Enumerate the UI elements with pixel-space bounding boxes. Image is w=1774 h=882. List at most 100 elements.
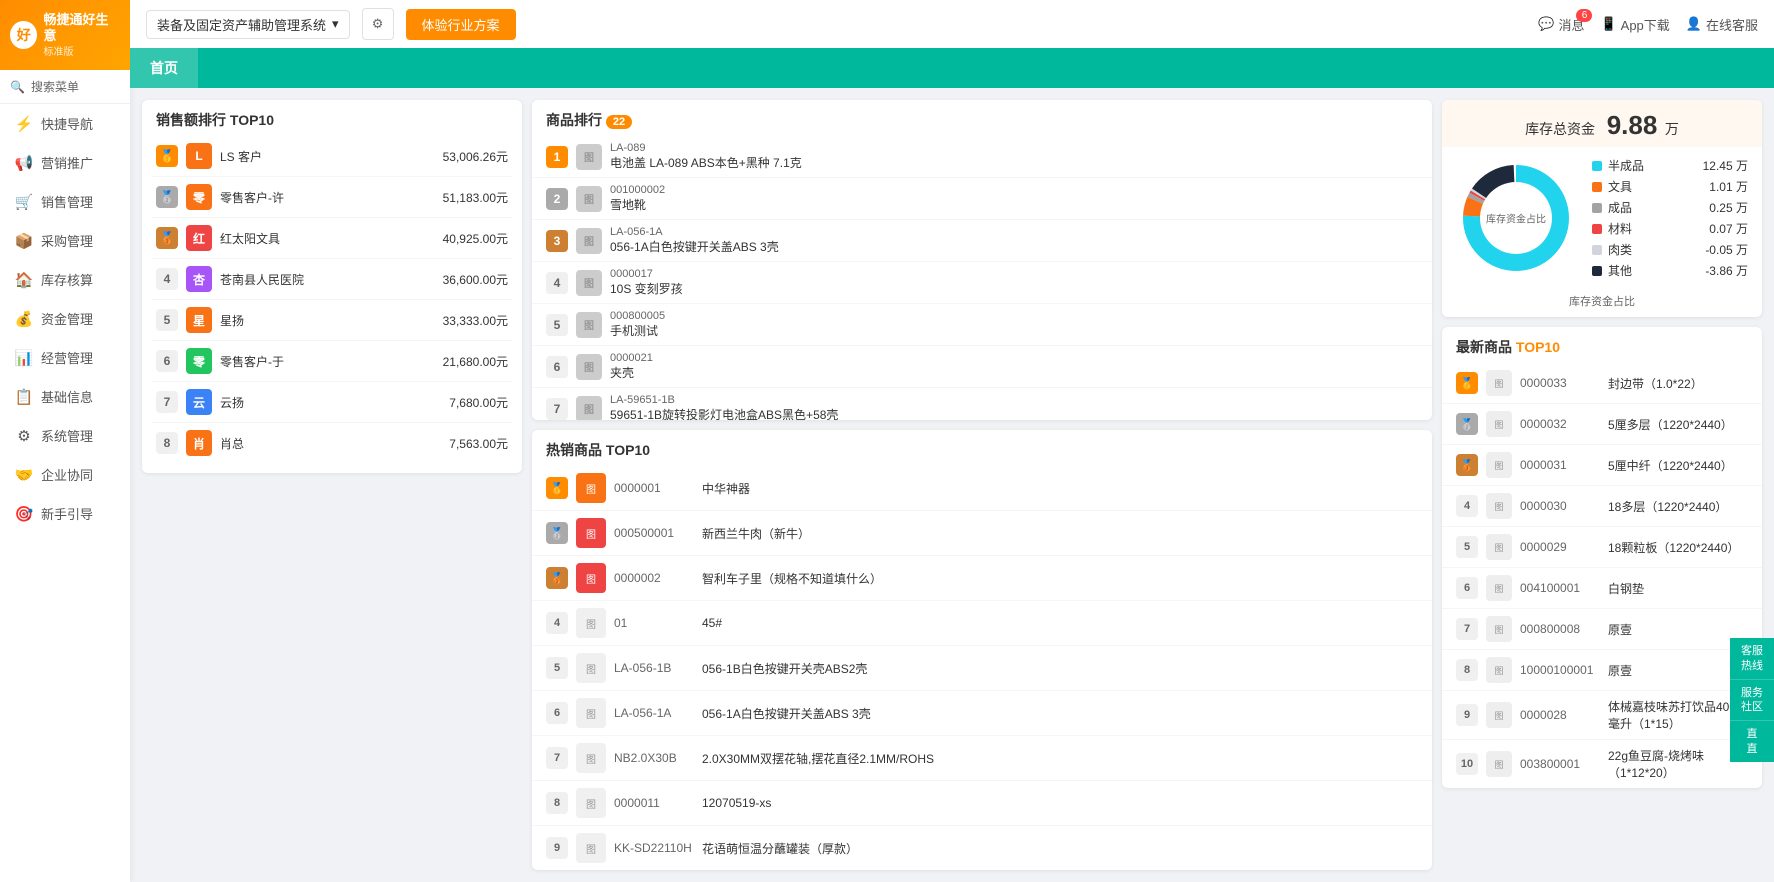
- legend-dot: [1592, 182, 1602, 192]
- hot-rank-number: 🥉: [546, 567, 568, 589]
- message-badge: 6: [1576, 9, 1592, 22]
- system-selector[interactable]: 装备及固定资产辅助管理系统 ▾: [146, 10, 350, 39]
- product-name: 夹壳: [610, 364, 1418, 381]
- new-product-item[interactable]: 9 图 0000028 体械嘉枝味苏打饮品400毫升（1*15）: [1442, 691, 1762, 740]
- product-rank-item[interactable]: 1 图 LA-089 电池盖 LA-089 ABS本色+黑种 7.1克: [532, 136, 1432, 178]
- new-product-rank: 4: [1456, 495, 1478, 517]
- hot-product-item[interactable]: 4 图 01 45#: [532, 601, 1432, 646]
- new-product-rank: 🥉: [1456, 454, 1478, 476]
- search-label: 搜索菜单: [31, 78, 79, 95]
- product-name: 电池盖 LA-089 ABS本色+黑种 7.1克: [610, 154, 1418, 171]
- sidebar-item-sales[interactable]: 🛒 销售管理: [0, 182, 130, 221]
- hot-product-item[interactable]: 7 图 NB2.0X30B 2.0X30MM双摆花轴,摆花直径2.1MM/ROH…: [532, 736, 1432, 781]
- new-product-thumb: 图: [1486, 575, 1512, 601]
- new-product-item[interactable]: 4 图 0000030 18多层（1220*2440）: [1442, 486, 1762, 527]
- product-rank-item[interactable]: 4 图 0000017 10S 变刻罗孩: [532, 262, 1432, 304]
- new-product-item[interactable]: 8 图 10000100001 原壹: [1442, 650, 1762, 691]
- rank-number: 🥈: [156, 186, 178, 208]
- new-products-highlight: TOP10: [1516, 339, 1560, 355]
- product-rank-header: 商品排行 22: [532, 100, 1432, 136]
- new-product-name: 5厘多层（1220*2440）: [1608, 416, 1733, 433]
- product-thumb: 图: [576, 396, 602, 421]
- sidebar-item-inventory[interactable]: 🏠 库存核算: [0, 260, 130, 299]
- sidebar-item-enterprise[interactable]: 🤝 企业协同: [0, 455, 130, 494]
- rank-item[interactable]: 8 肖 肖总 7,563.00元: [152, 423, 512, 463]
- rank-name: 红太阳文具: [220, 230, 435, 247]
- tab-home[interactable]: 首页: [130, 48, 198, 88]
- hot-product-item[interactable]: 8 图 0000011 12070519-xs: [532, 781, 1432, 826]
- rank-item[interactable]: 4 杏 苍南县人民医院 36,600.00元: [152, 259, 512, 300]
- product-rank-item[interactable]: 2 图 001000002 雪地靴: [532, 178, 1432, 220]
- legend-value: 12.45 万: [1703, 157, 1748, 174]
- hot-product-code: NB2.0X30B: [614, 751, 694, 765]
- marketing-icon: 📢: [15, 154, 33, 172]
- hot-product-name: 2.0X30MM双摆花轴,摆花直径2.1MM/ROHS: [702, 750, 934, 767]
- rank-item[interactable]: 🥈 零 零售客户-许 51,183.00元: [152, 177, 512, 218]
- product-name: 59651-1B旋转投影灯电池盒ABS黑色+58壳: [610, 406, 1418, 420]
- sidebar-item-operations[interactable]: 📊 经营管理: [0, 338, 130, 377]
- new-product-thumb: 图: [1486, 534, 1512, 560]
- new-product-name: 22g鱼豆腐-烧烤味（1*12*20）: [1608, 747, 1748, 781]
- product-rank-item[interactable]: 7 图 LA-59651-1B 59651-1B旋转投影灯电池盒ABS黑色+58…: [532, 388, 1432, 420]
- hot-rank-number: 8: [546, 792, 568, 814]
- sidebar-item-finance[interactable]: 💰 资金管理: [0, 299, 130, 338]
- sidebar-item-label: 资金管理: [41, 309, 93, 328]
- new-product-item[interactable]: 10 图 003800001 22g鱼豆腐-烧烤味（1*12*20）: [1442, 740, 1762, 788]
- trial-button[interactable]: 体验行业方案: [406, 9, 516, 40]
- rank-number: 7: [546, 398, 568, 420]
- new-product-name: 原壹: [1608, 662, 1632, 679]
- new-product-item[interactable]: 🥉 图 0000031 5厘中纤（1220*2440）: [1442, 445, 1762, 486]
- new-product-thumb: 图: [1486, 493, 1512, 519]
- product-rank-item[interactable]: 5 图 000800005 手机测试: [532, 304, 1432, 346]
- hot-product-item[interactable]: 🥇 图 0000001 中华神器: [532, 466, 1432, 511]
- new-product-item[interactable]: 🥇 图 0000033 封边带（1.0*22）: [1442, 363, 1762, 404]
- search-menu[interactable]: 🔍 搜索菜单: [0, 70, 130, 104]
- hot-product-code: LA-056-1B: [614, 661, 694, 675]
- hot-product-thumb: 图: [576, 698, 606, 728]
- app-download-label: App下载: [1621, 15, 1670, 34]
- hot-products-header: 热销商品 TOP10: [532, 430, 1432, 466]
- hot-product-item[interactable]: 9 图 KK-SD22110H 花语萌恒温分蘸罐装（厚款）: [532, 826, 1432, 870]
- rank-item[interactable]: 🥉 红 红太阳文具 40,925.00元: [152, 218, 512, 259]
- product-rank-card: 商品排行 22 1 图 LA-089 电池盖 LA-089 ABS本色+黑种 7…: [532, 100, 1432, 420]
- rank-name: 零售客户-许: [220, 189, 435, 206]
- rank-item[interactable]: 7 云 云扬 7,680.00元: [152, 382, 512, 423]
- hot-product-item[interactable]: 5 图 LA-056-1B 056-1B白色按键开关壳ABS2壳: [532, 646, 1432, 691]
- legend-name: 半成品: [1608, 157, 1697, 174]
- new-product-item[interactable]: 7 图 000800008 原壹: [1442, 609, 1762, 650]
- settings-button[interactable]: ⚙: [362, 8, 394, 40]
- sidebar-item-quick-nav[interactable]: ⚡ 快捷导航: [0, 104, 130, 143]
- sidebar-item-marketing[interactable]: 📢 营销推广: [0, 143, 130, 182]
- new-product-item[interactable]: 6 图 004100001 白钢垫: [1442, 568, 1762, 609]
- rank-value: 7,563.00元: [449, 435, 508, 452]
- new-product-item[interactable]: 5 图 0000029 18颗粒板（1220*2440）: [1442, 527, 1762, 568]
- rank-name: 零售客户-于: [220, 353, 435, 370]
- new-product-item[interactable]: 🥈 图 0000032 5厘多层（1220*2440）: [1442, 404, 1762, 445]
- online-service-action[interactable]: 👤 在线客服: [1686, 15, 1758, 34]
- hot-rank-number: 9: [546, 837, 568, 859]
- rank-item[interactable]: 5 星 星扬 33,333.00元: [152, 300, 512, 341]
- product-info: 000800005 手机测试: [610, 310, 1418, 339]
- sidebar-item-purchase[interactable]: 📦 采购管理: [0, 221, 130, 260]
- sidebar-item-basics[interactable]: 📋 基础信息: [0, 377, 130, 416]
- enterprise-icon: 🤝: [15, 466, 33, 484]
- product-thumb: 图: [576, 186, 602, 212]
- rank-value: 21,680.00元: [443, 353, 508, 370]
- hot-product-item[interactable]: 🥈 图 000500001 新西兰牛肉（新牛）: [532, 511, 1432, 556]
- hot-product-item[interactable]: 6 图 LA-056-1A 056-1A白色按键开关盖ABS 3壳: [532, 691, 1432, 736]
- product-rank-item[interactable]: 6 图 0000021 夹壳: [532, 346, 1432, 388]
- product-rank-item[interactable]: 3 图 LA-056-1A 056-1A白色按键开关盖ABS 3壳: [532, 220, 1432, 262]
- rank-number: 6: [156, 350, 178, 372]
- float-btn-community[interactable]: 服务社区: [1730, 680, 1774, 722]
- rank-item[interactable]: 6 零 零售客户-于 21,680.00元: [152, 341, 512, 382]
- float-btn-service[interactable]: 客服热线: [1730, 638, 1774, 680]
- product-code: 0000017: [610, 268, 1418, 280]
- app-download-action[interactable]: 📱 App下载: [1600, 15, 1669, 34]
- sidebar-item-system[interactable]: ⚙ 系统管理: [0, 416, 130, 455]
- float-btn-direct[interactable]: 直直: [1730, 721, 1774, 762]
- hot-product-code: 000500001: [614, 526, 694, 540]
- message-action[interactable]: 💬 消息 6: [1538, 15, 1584, 34]
- sidebar-item-guide[interactable]: 🎯 新手引导: [0, 494, 130, 533]
- rank-item[interactable]: 🥇 L LS 客户 53,006.26元: [152, 136, 512, 177]
- hot-product-item[interactable]: 🥉 图 0000002 智利车子里（规格不知道填什么）: [532, 556, 1432, 601]
